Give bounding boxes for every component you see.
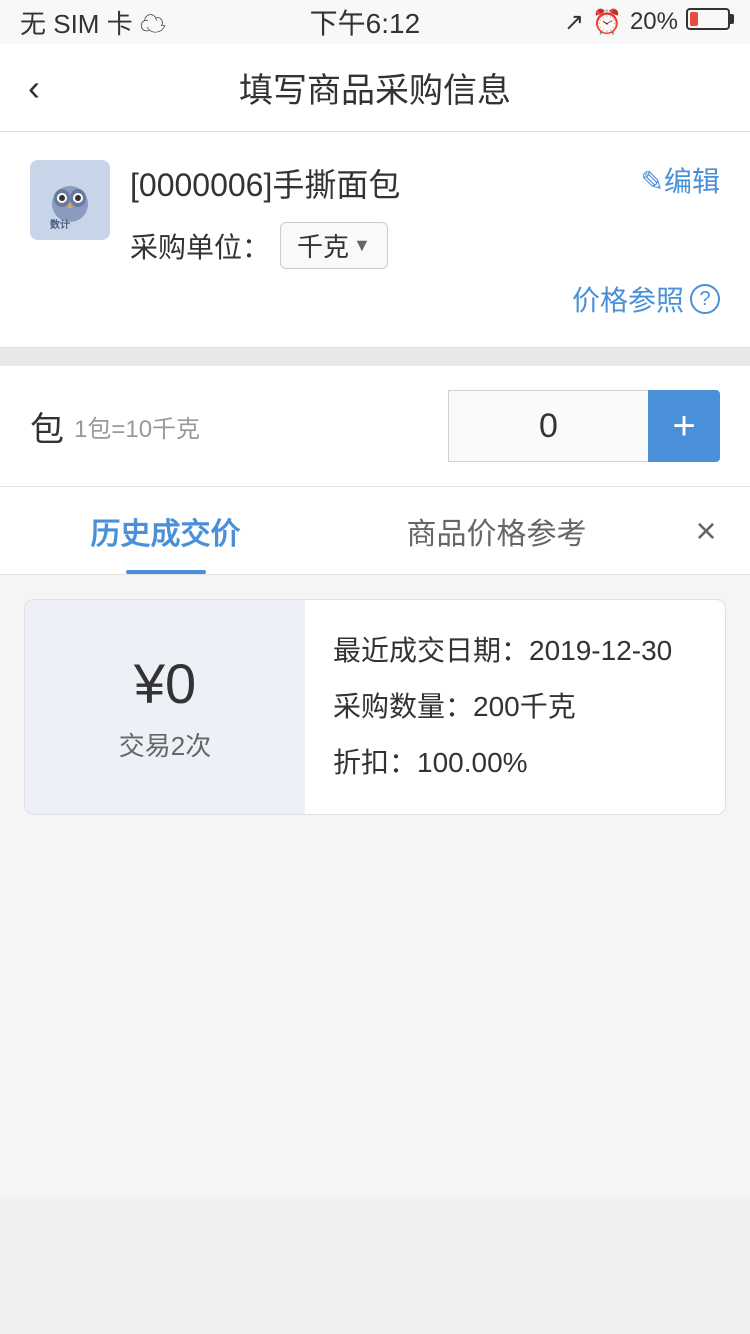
discount-row: 折扣：100.00% <box>333 742 697 784</box>
tab-price-ref-label: 商品价格参考 <box>407 509 587 553</box>
discount-label: 折扣： <box>333 747 417 778</box>
discount-value: 100.00% <box>417 747 528 778</box>
svg-text:数计: 数计 <box>50 218 70 230</box>
price-value: 0 <box>165 652 196 715</box>
product-name: [0000006]手撕面包 <box>130 160 400 206</box>
purchase-qty-label: 采购数量： <box>333 691 473 722</box>
main-content: ¥0 交易2次 最近成交日期：2019-12-30 采购数量：200千克 折扣：… <box>0 599 750 1199</box>
currency-symbol: ¥ <box>134 652 165 715</box>
tab-close-button[interactable]: × <box>662 487 750 575</box>
quantity-label: 包 1包=10千克 <box>30 402 200 451</box>
qty-convert-text: 1包=10千克 <box>74 409 200 444</box>
product-card: 数计 [0000006]手撕面包 采购单位： 千克 ▼ ✎编辑 价格参照 ? <box>0 132 750 348</box>
tab-price-ref[interactable]: 商品价格参考 <box>331 487 662 574</box>
recent-date-label: 最近成交日期： <box>333 635 529 666</box>
page-title: 填写商品采购信息 <box>239 63 511 112</box>
status-bar: 无 SIM 卡 ☁ 下午6:12 ↗ ⏰ 20% <box>0 0 750 44</box>
edit-button[interactable]: ✎编辑 <box>641 160 720 200</box>
product-image: 数计 <box>30 160 110 240</box>
history-price: ¥0 <box>134 651 196 716</box>
history-card: ¥0 交易2次 最近成交日期：2019-12-30 采购数量：200千克 折扣：… <box>24 599 726 815</box>
quantity-input[interactable]: 0 <box>448 390 648 462</box>
price-ref-label: 价格参照 <box>572 279 684 319</box>
status-right: ↗ ⏰ 20% <box>564 8 730 37</box>
tab-history-label: 历史成交价 <box>91 509 241 553</box>
section-divider <box>0 348 750 366</box>
owl-icon: 数计 <box>40 170 100 230</box>
quantity-plus-button[interactable]: + <box>648 390 720 462</box>
battery-percent: 20% <box>630 8 678 36</box>
back-button[interactable]: ‹ <box>28 67 40 109</box>
tabs-header: 历史成交价 商品价格参考 × <box>0 487 750 575</box>
alarm-icon: ⏰ <box>592 8 622 37</box>
unit-label: 采购单位： <box>130 226 270 266</box>
status-left: 无 SIM 卡 ☁ <box>20 4 166 41</box>
battery-icon <box>686 8 730 37</box>
purchase-qty-row: 采购数量：200千克 <box>333 686 697 728</box>
tab-underline <box>126 570 206 574</box>
signal-text: 无 SIM 卡 ☁ <box>20 4 166 41</box>
nav-bar: ‹ 填写商品采购信息 <box>0 44 750 132</box>
history-price-panel: ¥0 交易2次 <box>25 600 305 814</box>
quantity-input-area: 0 + <box>448 390 720 462</box>
unit-arrow: ▼ <box>353 235 371 256</box>
unit-value: 千克 <box>297 227 349 264</box>
price-ref-link[interactable]: 价格参照 ? <box>572 279 720 319</box>
history-details: 最近成交日期：2019-12-30 采购数量：200千克 折扣：100.00% <box>305 600 725 814</box>
status-time: 下午6:12 <box>310 2 421 42</box>
recent-date-row: 最近成交日期：2019-12-30 <box>333 630 697 672</box>
history-trades: 交易2次 <box>119 726 211 763</box>
quantity-row: 包 1包=10千克 0 + <box>0 366 750 487</box>
qty-unit-badge: 包 <box>30 402 64 451</box>
tabs-section: 历史成交价 商品价格参考 × ¥0 交易2次 最近成交日期：2019-12-30… <box>0 487 750 1199</box>
recent-date-value: 2019-12-30 <box>529 635 672 666</box>
purchase-qty-value: 200千克 <box>473 691 576 722</box>
unit-select[interactable]: 千克 ▼ <box>280 222 388 269</box>
product-unit-row: 采购单位： 千克 ▼ <box>130 222 400 269</box>
tab-history-price[interactable]: 历史成交价 <box>0 487 331 574</box>
location-icon: ↗ <box>564 8 584 37</box>
help-icon[interactable]: ? <box>690 284 720 314</box>
